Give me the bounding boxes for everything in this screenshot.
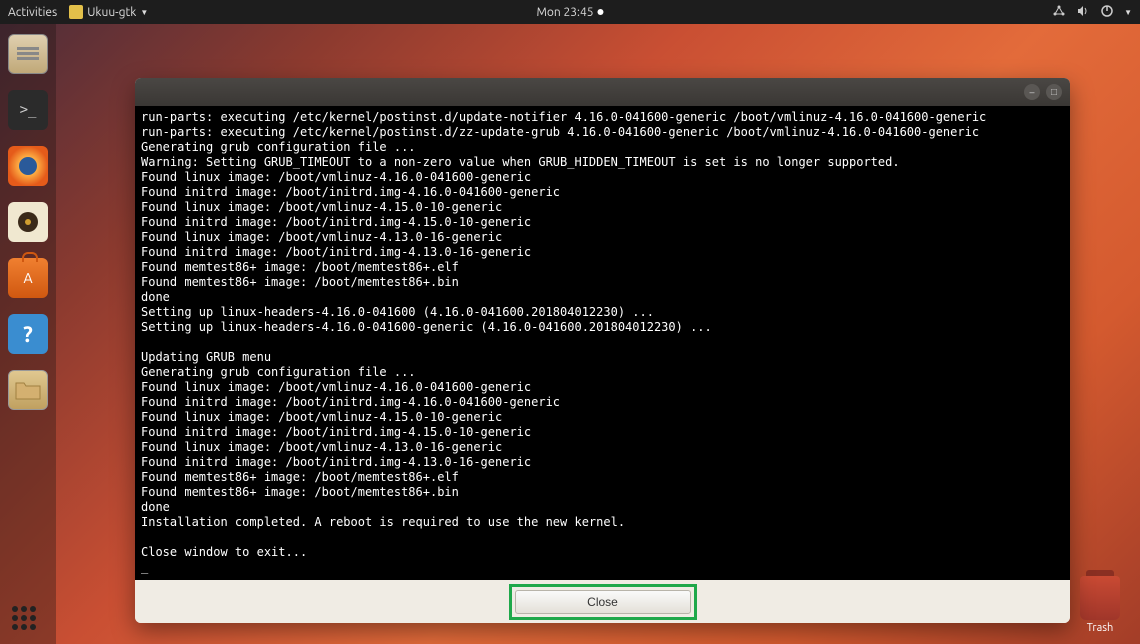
app-menu[interactable]: Ukuu-gtk ▼ xyxy=(69,5,148,19)
power-icon[interactable] xyxy=(1100,4,1114,21)
app-name-label: Ukuu-gtk xyxy=(87,6,136,19)
close-button[interactable]: Close xyxy=(515,590,691,614)
dock-rhythmbox-icon[interactable] xyxy=(8,202,48,242)
clock-label: Mon 23:45 xyxy=(536,6,593,19)
app-icon xyxy=(69,5,83,19)
dock-help-icon[interactable]: ? xyxy=(8,314,48,354)
maximize-button[interactable]: □ xyxy=(1046,84,1062,100)
dialog-button-bar: Close xyxy=(135,580,1070,623)
window-titlebar[interactable]: – □ xyxy=(135,78,1070,106)
dock-folder-icon[interactable] xyxy=(8,370,48,410)
clock[interactable]: Mon 23:45 xyxy=(536,6,603,19)
network-icon[interactable] xyxy=(1052,4,1066,21)
volume-icon[interactable] xyxy=(1076,4,1090,21)
system-menu-chevron-icon[interactable]: ▼ xyxy=(1124,8,1132,17)
launcher-dock: >_ A ? xyxy=(0,24,56,644)
trash-icon xyxy=(1080,576,1120,620)
dock-terminal-icon[interactable]: >_ xyxy=(8,90,48,130)
dock-firefox-icon[interactable] xyxy=(8,146,48,186)
trash-desktop-icon[interactable]: Trash xyxy=(1080,576,1120,634)
close-button-highlight: Close xyxy=(509,584,697,620)
chevron-down-icon: ▼ xyxy=(140,8,148,17)
dock-files-icon[interactable] xyxy=(8,34,48,74)
notification-dot-icon xyxy=(598,9,604,15)
show-applications-button[interactable] xyxy=(12,606,40,634)
top-panel: Activities Ukuu-gtk ▼ Mon 23:45 ▼ xyxy=(0,0,1140,24)
ukuu-output-window: – □ run-parts: executing /etc/kernel/pos… xyxy=(135,78,1070,623)
minimize-button[interactable]: – xyxy=(1024,84,1040,100)
dock-software-icon[interactable]: A xyxy=(8,258,48,298)
svg-text:A: A xyxy=(23,270,32,286)
trash-label: Trash xyxy=(1080,622,1120,634)
terminal-output: run-parts: executing /etc/kernel/postins… xyxy=(135,106,1070,580)
activities-button[interactable]: Activities xyxy=(8,6,57,19)
